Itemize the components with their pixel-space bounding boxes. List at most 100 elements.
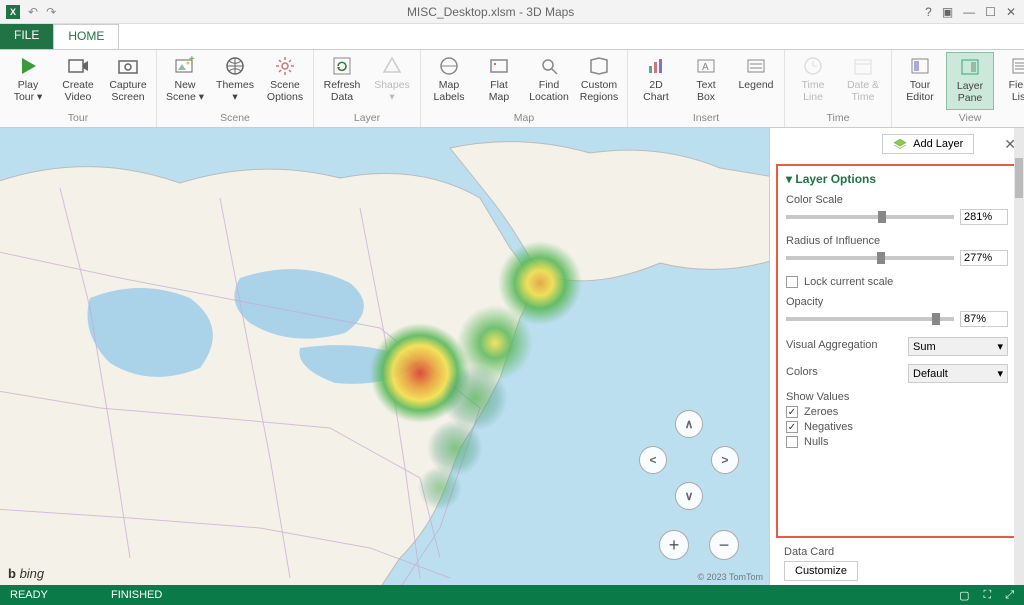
globe-icon (223, 54, 247, 78)
view-full-icon[interactable]: ⤢ (1005, 589, 1014, 602)
tab-strip: FILE HOME (0, 24, 1024, 50)
status-ready: READY (10, 589, 48, 601)
nav-down-button[interactable]: ∨ (675, 482, 703, 510)
themes-button[interactable]: Themes ▾ (211, 52, 259, 110)
status-bar: READY FINISHED ▢ ⛶ ⤢ (0, 585, 1024, 605)
find-location-button[interactable]: Find Location (525, 52, 573, 110)
lock-scale-checkbox[interactable]: Lock current scale (786, 276, 1008, 288)
text-box-button[interactable]: AText Box (682, 52, 730, 110)
group-label-tour: Tour (68, 110, 88, 126)
new-scene-icon: + (173, 54, 197, 78)
add-layer-button[interactable]: Add Layer (882, 134, 974, 154)
layer-options-header[interactable]: Layer Options (786, 172, 1008, 186)
map-attribution: © 2023 TomTom (698, 572, 764, 582)
group-time: Time Line Date & Time Time (785, 50, 892, 127)
negatives-label: Negatives (804, 421, 853, 433)
clock-icon (801, 54, 825, 78)
scene-options-button[interactable]: Scene Options (261, 52, 309, 110)
group-label-map: Map (514, 110, 534, 126)
help-icon[interactable]: ? (925, 5, 932, 19)
ribbon-options-icon[interactable]: ▣ (942, 5, 953, 19)
color-scale-slider[interactable] (786, 215, 954, 219)
visual-agg-label: Visual Aggregation (786, 339, 878, 351)
field-list-button[interactable]: Field List (996, 52, 1024, 110)
view-fit-icon[interactable]: ⛶ (983, 589, 991, 602)
maximize-icon[interactable]: ☐ (985, 5, 996, 19)
redo-icon[interactable]: ↷ (46, 5, 56, 19)
tab-file[interactable]: FILE (0, 24, 53, 49)
color-scale-value[interactable]: 281% (960, 209, 1008, 225)
nav-left-button[interactable]: < (639, 446, 667, 474)
video-icon (66, 54, 90, 78)
minimize-icon[interactable]: — (963, 5, 975, 19)
play-icon (16, 54, 40, 78)
map-labels-icon (437, 54, 461, 78)
tab-home[interactable]: HOME (53, 24, 119, 49)
zoom-in-button[interactable]: + (659, 530, 689, 560)
chevron-down-icon: ▾ (997, 367, 1003, 380)
radius-value[interactable]: 277% (960, 250, 1008, 266)
layer-pane-icon (958, 55, 982, 79)
svg-text:A: A (702, 62, 709, 73)
new-scene-button[interactable]: +New Scene ▾ (161, 52, 209, 110)
shapes-icon (380, 54, 404, 78)
svg-text:+: + (189, 54, 195, 65)
add-layer-label: Add Layer (913, 138, 963, 150)
time-line-button: Time Line (789, 52, 837, 110)
opacity-slider[interactable] (786, 317, 954, 321)
window-title: MISC_Desktop.xlsm - 3D Maps (56, 5, 925, 19)
flat-map-button[interactable]: Flat Map (475, 52, 523, 110)
nav-pad: ∧ < > ∨ (639, 410, 739, 510)
nav-up-button[interactable]: ∧ (675, 410, 703, 438)
color-scale-label: Color Scale (786, 194, 1008, 206)
tour-editor-button[interactable]: Tour Editor (896, 52, 944, 110)
radius-slider[interactable] (786, 256, 954, 260)
bing-logo: b bing (8, 566, 44, 581)
layer-pane-button[interactable]: Layer Pane (946, 52, 994, 110)
capture-screen-button[interactable]: Capture Screen (104, 52, 152, 110)
date-time-button: Date & Time (839, 52, 887, 110)
nulls-checkbox[interactable]: Nulls (786, 436, 1008, 448)
layers-icon (893, 138, 907, 150)
map-canvas[interactable]: ∧ < > ∨ + − b bing © 2023 TomTom (0, 128, 769, 585)
layer-pane: Add Layer ✕ Layer Options Color Scale 28… (769, 128, 1024, 585)
undo-icon[interactable]: ↶ (28, 5, 38, 19)
zeroes-checkbox[interactable]: ✓Zeroes (786, 406, 1008, 418)
customize-button[interactable]: Customize (784, 561, 858, 581)
zeroes-label: Zeroes (804, 406, 838, 418)
two-d-chart-button[interactable]: 2D Chart (632, 52, 680, 110)
map-labels-button[interactable]: Map Labels (425, 52, 473, 110)
ribbon: Play Tour ▾ Create Video Capture Screen … (0, 50, 1024, 128)
visual-agg-select[interactable]: Sum▾ (908, 337, 1008, 356)
legend-button[interactable]: Legend (732, 52, 780, 110)
group-scene: +New Scene ▾ Themes ▾ Scene Options Scen… (157, 50, 314, 127)
text-box-icon: A (694, 54, 718, 78)
tour-editor-icon (908, 54, 932, 78)
title-bar: X ↶ ↷ MISC_Desktop.xlsm - 3D Maps ? ▣ — … (0, 0, 1024, 24)
play-tour-button[interactable]: Play Tour ▾ (4, 52, 52, 110)
opacity-label: Opacity (786, 296, 1008, 308)
group-tour: Play Tour ▾ Create Video Capture Screen … (0, 50, 157, 127)
close-icon[interactable]: ✕ (1006, 5, 1016, 19)
calendar-icon (851, 54, 875, 78)
group-map: Map Labels Flat Map Find Location Custom… (421, 50, 628, 127)
colors-select[interactable]: Default▾ (908, 364, 1008, 383)
refresh-data-button[interactable]: Refresh Data (318, 52, 366, 110)
shapes-button[interactable]: Shapes ▾ (368, 52, 416, 110)
custom-regions-button[interactable]: Custom Regions (575, 52, 623, 110)
negatives-checkbox[interactable]: ✓Negatives (786, 421, 1008, 433)
scrollbar[interactable] (1014, 128, 1024, 585)
view-normal-icon[interactable]: ▢ (959, 589, 969, 602)
chevron-down-icon: ▾ (997, 340, 1003, 353)
create-video-button[interactable]: Create Video (54, 52, 102, 110)
group-layer: Refresh Data Shapes ▾ Layer (314, 50, 421, 127)
group-label-layer: Layer (354, 110, 380, 126)
opacity-value[interactable]: 87% (960, 311, 1008, 327)
data-card-section: Data Card Customize (776, 542, 1018, 585)
zoom-out-button[interactable]: − (709, 530, 739, 560)
nav-right-button[interactable]: > (711, 446, 739, 474)
layer-options-panel: Layer Options Color Scale 281% Radius of… (776, 164, 1018, 538)
map-svg (0, 128, 769, 585)
group-insert: 2D Chart AText Box Legend Insert (628, 50, 785, 127)
legend-icon (744, 54, 768, 78)
